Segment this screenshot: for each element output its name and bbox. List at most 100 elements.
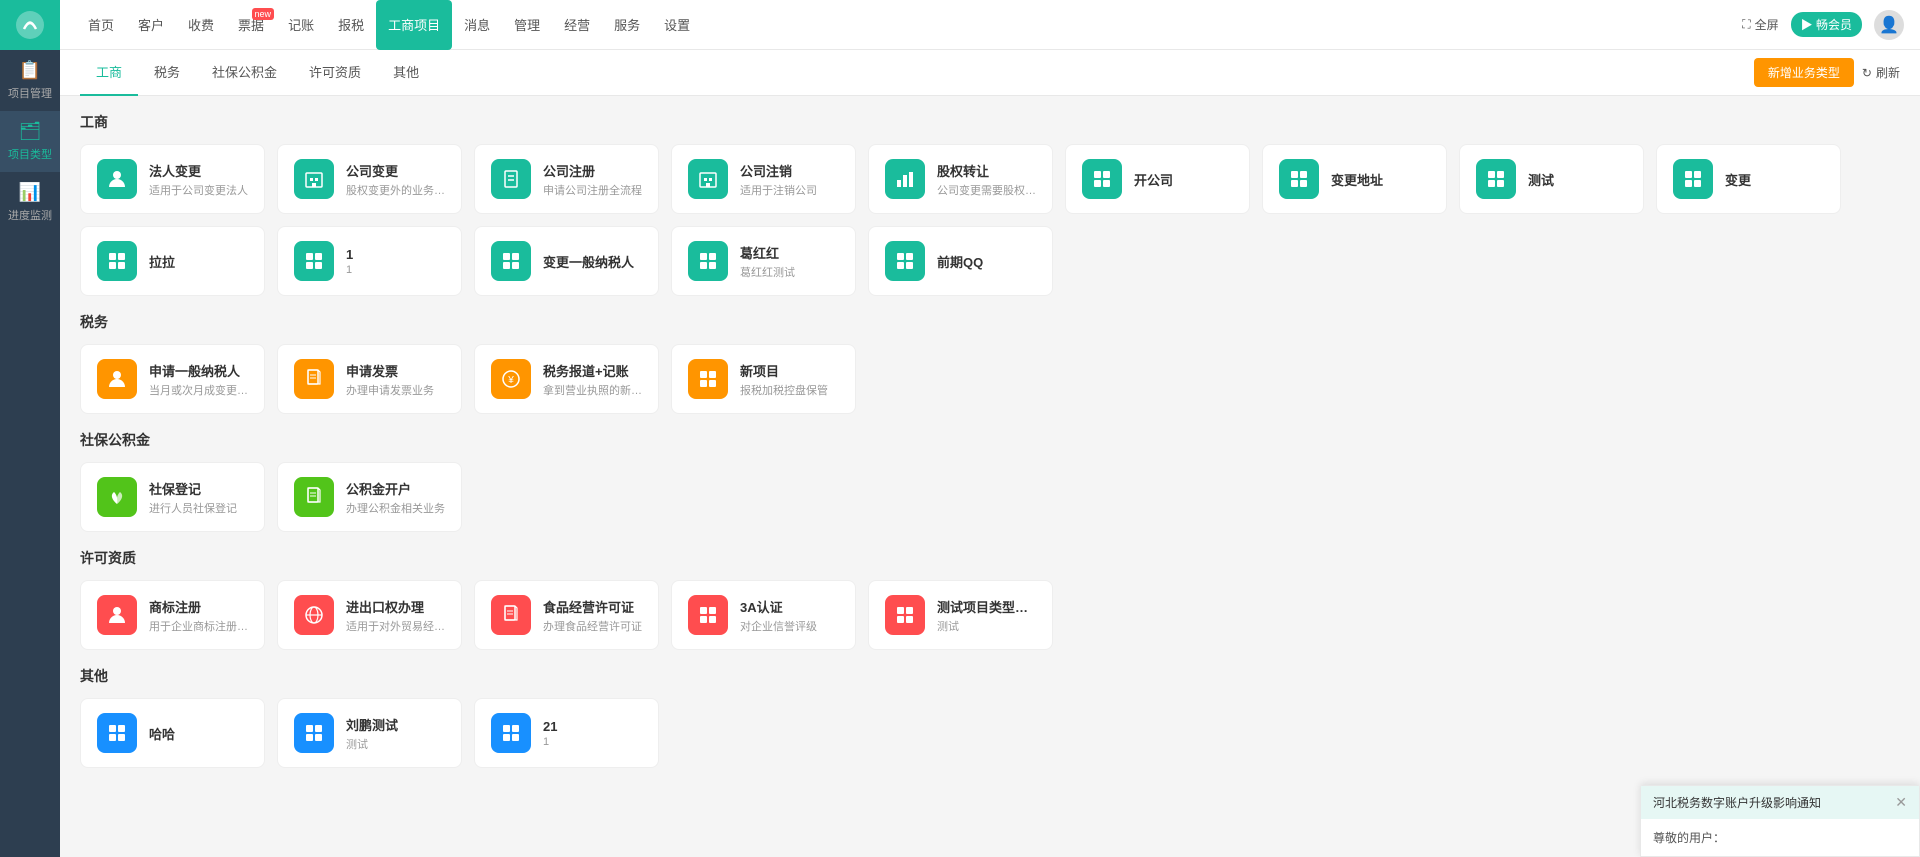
svg-text:¥: ¥ (507, 375, 514, 386)
card-text-lala: 拉拉 (149, 252, 248, 271)
card-trademark-reg[interactable]: 商标注册 用于企业商标注册服务 (80, 580, 265, 650)
card-title-change-tax: 变更一般纳税人 (543, 252, 642, 271)
card-social-insurance-reg[interactable]: 社保登记 进行人员社保登记 (80, 462, 265, 532)
card-text-num1: 1 1 (346, 247, 445, 276)
tab-other[interactable]: 其他 (377, 50, 435, 96)
card-tax-report-bookkeep[interactable]: ¥ 税务报道+记账 拿到营业执照的新公司 (474, 344, 659, 414)
card-icon-tax-report-bookkeep: ¥ (491, 359, 531, 399)
card-apply-invoice[interactable]: 申请发票 办理申请发票业务 (277, 344, 462, 414)
card-num21[interactable]: 21 1 (474, 698, 659, 768)
vip-button[interactable]: ▶ 畅会员 (1791, 12, 1862, 37)
fullscreen-btn[interactable]: ⛶ 全屏 (1742, 16, 1778, 33)
notification-popup: 河北税务数字账户升级影响通知 ✕ 尊敬的用户： (1640, 785, 1920, 857)
card-haha[interactable]: 哈哈 (80, 698, 265, 768)
tab-license[interactable]: 许可资质 (293, 50, 377, 96)
card-num1[interactable]: 1 1 (277, 226, 462, 296)
fullscreen-icon: ⛶ (1742, 17, 1750, 32)
app-logo[interactable] (0, 0, 60, 50)
card-icon-company-reg (491, 159, 531, 199)
card-icon-import-export (294, 595, 334, 635)
card-company-change[interactable]: 公司变更 股权变更外的业务变更 (277, 144, 462, 214)
new-type-button[interactable]: 新增业务类型 (1754, 58, 1854, 87)
card-3a-cert[interactable]: 3A认证 对企业信誉评级 (671, 580, 856, 650)
other-card-grid: 哈哈 刘鹏测试 测试 21 1 (80, 698, 1900, 768)
card-change-tax[interactable]: 变更一般纳税人 (474, 226, 659, 296)
notification-close[interactable]: ✕ (1895, 794, 1907, 811)
card-company-cancel[interactable]: 公司注销 适用于注销公司 (671, 144, 856, 214)
card-lala[interactable]: 拉拉 (80, 226, 265, 296)
tab-bar: 工商 税务 社保公积金 许可资质 其他 新增业务类型 ↻ 刷新 (60, 50, 1920, 96)
sidebar-item-progress-monitor[interactable]: 📊 进度监测 (0, 172, 60, 233)
sidebar: 📋 项目管理 🗂 项目类型 📊 进度监测 (0, 0, 60, 857)
refresh-button[interactable]: ↻ 刷新 (1862, 64, 1900, 81)
card-title-import-export: 进出口权办理 (346, 597, 445, 616)
progress-monitor-icon: 📊 (19, 182, 41, 203)
card-company-reg[interactable]: 公司注册 申请公司注册全流程 (474, 144, 659, 214)
card-text-num21: 21 1 (543, 719, 642, 748)
card-icon-company-cancel (688, 159, 728, 199)
card-desc-import-export: 适用于对外贸易经营者 (346, 618, 445, 634)
card-text-change2: 变更 (1725, 170, 1824, 189)
nav-settings[interactable]: 设置 (652, 0, 702, 50)
tab-tax[interactable]: 税务 (138, 50, 196, 96)
nav-industry[interactable]: 工商项目 (376, 0, 452, 50)
card-text-change-address: 变更地址 (1331, 170, 1430, 189)
card-title-apply-invoice: 申请发票 (346, 361, 445, 380)
card-ge-honghong[interactable]: 葛红红 葛红红测试 (671, 226, 856, 296)
nav-tickets[interactable]: 票据 new (226, 0, 276, 50)
nav-home[interactable]: 首页 (76, 0, 126, 50)
card-legal-change[interactable]: 法人变更 适用于公司变更法人 (80, 144, 265, 214)
sidebar-item-label: 项目管理 (8, 85, 52, 101)
card-early-qq[interactable]: 前期QQ (868, 226, 1053, 296)
nav-service[interactable]: 服务 (602, 0, 652, 50)
card-open-company[interactable]: 开公司 (1065, 144, 1250, 214)
notification-body: 尊敬的用户： (1641, 819, 1919, 856)
card-icon-change2 (1673, 159, 1713, 199)
nav-manage[interactable]: 管理 (502, 0, 552, 50)
card-icon-apply-invoice (294, 359, 334, 399)
card-text-new-project: 新项目 报税加税控盘保管 (740, 361, 839, 398)
user-avatar[interactable]: 👤 (1874, 10, 1904, 40)
card-text-company-cancel: 公司注销 适用于注销公司 (740, 161, 839, 198)
card-apply-general-tax[interactable]: 申请一般纳税人 当月或次月成变更完成 (80, 344, 265, 414)
nav-customer[interactable]: 客户 (126, 0, 176, 50)
card-icon-company-change (294, 159, 334, 199)
card-fund-account[interactable]: 公积金开户 办理公积金相关业务 (277, 462, 462, 532)
card-change2[interactable]: 变更 (1656, 144, 1841, 214)
card-icon-change-tax (491, 241, 531, 281)
card-text-test: 测试 (1528, 170, 1627, 189)
card-icon-open-company (1082, 159, 1122, 199)
tab-industry[interactable]: 工商 (80, 50, 138, 96)
sidebar-item-project-mgmt[interactable]: 📋 项目管理 (0, 50, 60, 111)
card-new-project[interactable]: 新项目 报税加税控盘保管 (671, 344, 856, 414)
card-test[interactable]: 测试 (1459, 144, 1644, 214)
card-change-address[interactable]: 变更地址 (1262, 144, 1447, 214)
card-icon-num21 (491, 713, 531, 753)
nav-operation[interactable]: 经营 (552, 0, 602, 50)
card-icon-food-license (491, 595, 531, 635)
license-card-grid: 商标注册 用于企业商标注册服务 进出口权办理 适用于对外贸易经营者 食品经营许可… (80, 580, 1900, 650)
notification-header: 河北税务数字账户升级影响通知 ✕ (1641, 786, 1919, 819)
card-equity-transfer[interactable]: 股权转让 公司变更需要股权转让 (868, 144, 1053, 214)
tab-social-fund[interactable]: 社保公积金 (196, 50, 293, 96)
topnav-right: ⛶ 全屏 ▶ 畅会员 👤 (1742, 10, 1904, 40)
nav-tax[interactable]: 报税 (326, 0, 376, 50)
nav-messages[interactable]: 消息 (452, 0, 502, 50)
card-desc-num1: 1 (346, 264, 445, 276)
card-food-license[interactable]: 食品经营许可证 办理食品经营许可证 (474, 580, 659, 650)
card-desc-new-project: 报税加税控盘保管 (740, 382, 839, 398)
card-desc-tax-report-bookkeep: 拿到营业执照的新公司 (543, 382, 642, 398)
section-title-other: 其他 (80, 666, 1900, 686)
card-liu-peng-test[interactable]: 刘鹏测试 测试 (277, 698, 462, 768)
card-desc-food-license: 办理食品经营许可证 (543, 618, 642, 634)
card-title-test: 测试 (1528, 170, 1627, 189)
card-title-tax-report-bookkeep: 税务报道+记账 (543, 361, 642, 380)
nav-billing[interactable]: 收费 (176, 0, 226, 50)
card-import-export[interactable]: 进出口权办理 适用于对外贸易经营者 (277, 580, 462, 650)
section-title-license: 许可资质 (80, 548, 1900, 568)
sidebar-item-project-type[interactable]: 🗂 项目类型 (0, 111, 60, 172)
card-text-food-license: 食品经营许可证 办理食品经营许可证 (543, 597, 642, 634)
nav-accounts[interactable]: 记账 (276, 0, 326, 50)
card-title-early-qq: 前期QQ (937, 252, 1036, 271)
card-test-proj-type[interactable]: 测试项目类型目定义 测试 (868, 580, 1053, 650)
